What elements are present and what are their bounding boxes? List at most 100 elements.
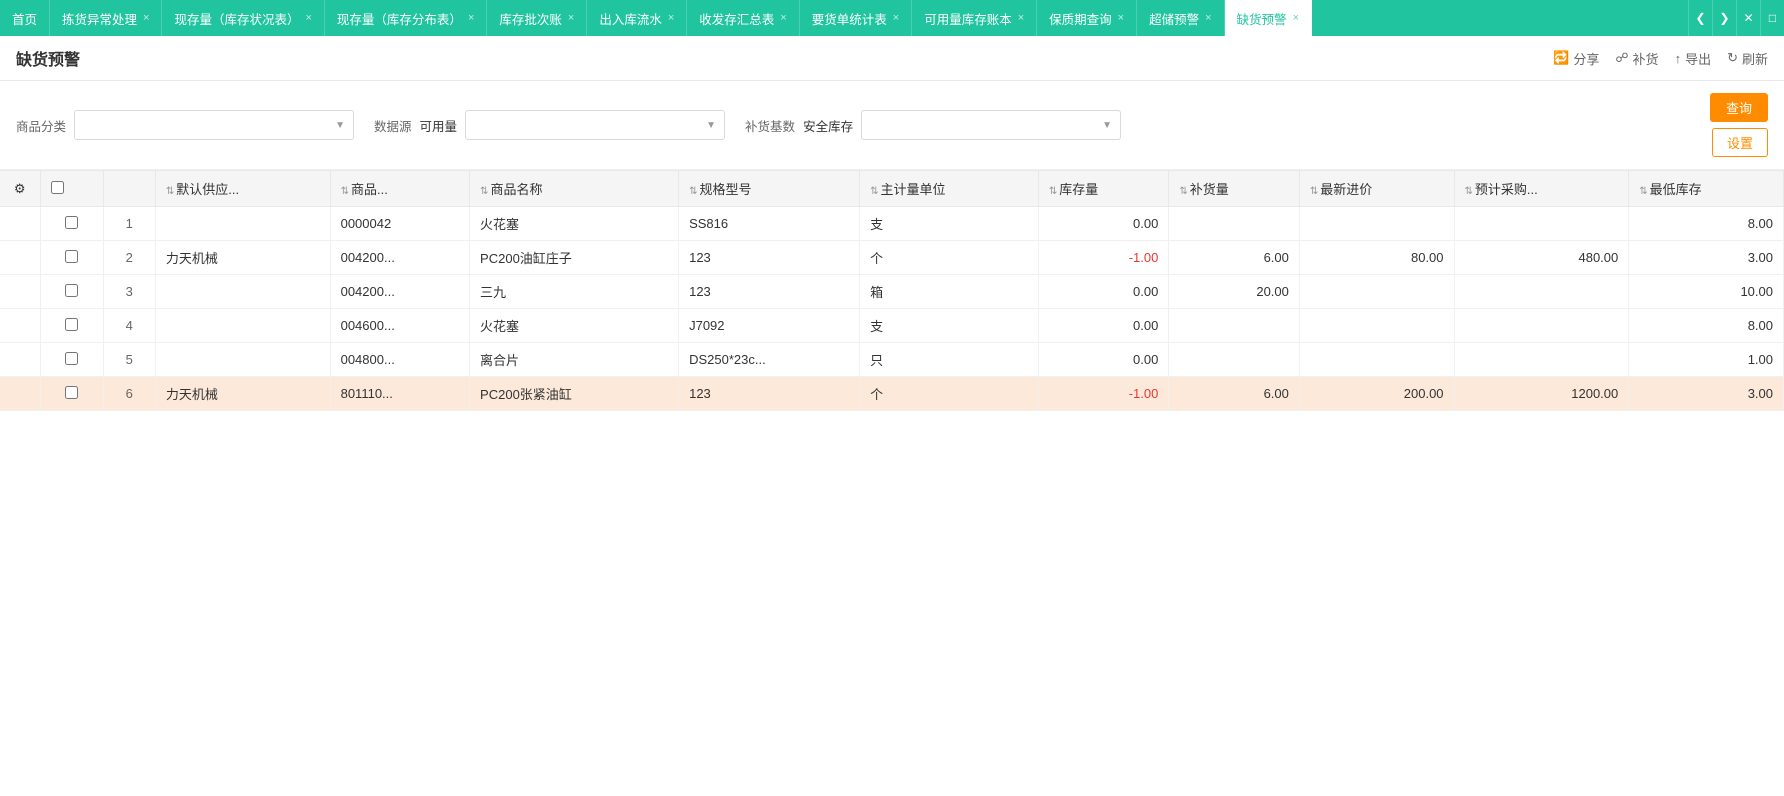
row-spec: 123 — [679, 377, 860, 411]
tab-close-stock1[interactable]: × — [305, 12, 311, 24]
col-checkbox — [40, 171, 103, 207]
tab-close-shortage[interactable]: × — [1293, 12, 1299, 24]
row-unit: 个 — [860, 241, 1039, 275]
replenish-icon: ☍ — [1615, 50, 1628, 66]
tab-shortage[interactable]: 缺货预警× — [1225, 0, 1312, 36]
main-content: 缺货预警 🔁 分享 ☍ 补货 ↑ 导出 ↻ 刷新 商品分类 — [0, 36, 1784, 796]
row-stock-qty: 0.00 — [1038, 275, 1169, 309]
row-est-purchase — [1454, 309, 1629, 343]
share-button[interactable]: 🔁 分享 — [1553, 49, 1599, 68]
row-gear — [0, 241, 40, 275]
table-row: 10000042火花塞SS816支0.008.00 — [0, 207, 1784, 241]
col-goods-code[interactable]: ⇅商品... — [330, 171, 469, 207]
query-button[interactable]: 查询 — [1710, 93, 1768, 122]
row-unit: 个 — [860, 377, 1039, 411]
col-goods-name[interactable]: ⇅商品名称 — [470, 171, 679, 207]
row-checkbox[interactable] — [65, 386, 78, 399]
row-stock-qty: -1.00 — [1038, 241, 1169, 275]
row-checkbox[interactable] — [65, 352, 78, 365]
row-checkbox-cell — [40, 343, 103, 377]
refresh-icon: ↻ — [1727, 50, 1738, 66]
row-replenish-qty: 6.00 — [1169, 241, 1300, 275]
tab-pick[interactable]: 拣货异常处理× — [50, 0, 162, 36]
datasource-label: 数据源 — [374, 116, 412, 135]
col-default-supplier[interactable]: ⇅默认供应... — [155, 171, 330, 207]
col-stock-qty[interactable]: ⇅库存量 — [1038, 171, 1169, 207]
row-num: 1 — [103, 207, 155, 241]
row-est-purchase — [1454, 275, 1629, 309]
replenish-button[interactable]: ☍ 补货 — [1615, 49, 1658, 68]
tab-close-summary[interactable]: × — [780, 12, 786, 24]
row-min-stock: 1.00 — [1629, 343, 1784, 377]
category-label: 商品分类 — [16, 116, 66, 135]
tab-home[interactable]: 首页 — [0, 0, 50, 36]
settings-button[interactable]: 设置 — [1712, 128, 1768, 157]
tab-close-avail[interactable]: × — [1018, 12, 1024, 24]
tab-maximize-button[interactable]: □ — [1760, 0, 1784, 36]
row-checkbox-cell — [40, 207, 103, 241]
col-est-purchase[interactable]: ⇅预计采购... — [1454, 171, 1629, 207]
replenish-base-select[interactable]: ▼ — [861, 110, 1121, 140]
row-checkbox[interactable] — [65, 318, 78, 331]
tab-close-overstock[interactable]: × — [1205, 12, 1211, 24]
datasource-select[interactable]: ▼ — [465, 110, 725, 140]
datasource-filter-group: 数据源 可用量 ▼ — [374, 110, 725, 140]
col-spec[interactable]: ⇅规格型号 — [679, 171, 860, 207]
category-select[interactable]: ▼ — [74, 110, 354, 140]
row-num: 5 — [103, 343, 155, 377]
row-goods-code: 0000042 — [330, 207, 469, 241]
row-spec: 123 — [679, 241, 860, 275]
row-unit: 支 — [860, 309, 1039, 343]
tab-close-expire[interactable]: × — [1118, 12, 1124, 24]
tab-order[interactable]: 要货单统计表× — [800, 0, 912, 36]
tab-summary[interactable]: 收发存汇总表× — [687, 0, 799, 36]
datasource-select-arrow: ▼ — [706, 120, 716, 131]
tab-close-pick[interactable]: × — [143, 12, 149, 24]
row-goods-name: 三九 — [470, 275, 679, 309]
row-num: 3 — [103, 275, 155, 309]
tab-stock2[interactable]: 现存量（库存分布表）× — [325, 0, 487, 36]
replenish-base-filter-group: 补货基数 安全库存 ▼ — [745, 110, 1121, 140]
page-header: 缺货预警 🔁 分享 ☍ 补货 ↑ 导出 ↻ 刷新 — [0, 36, 1784, 81]
row-supplier: 力天机械 — [155, 377, 330, 411]
tab-flow[interactable]: 出入库流水× — [587, 0, 687, 36]
row-est-purchase: 480.00 — [1454, 241, 1629, 275]
row-replenish-qty: 20.00 — [1169, 275, 1300, 309]
tab-close-batch[interactable]: × — [568, 12, 574, 24]
row-checkbox[interactable] — [65, 250, 78, 263]
row-est-purchase — [1454, 207, 1629, 241]
row-latest-price — [1299, 207, 1454, 241]
table-container: ⚙ ⇅默认供应... ⇅商品... ⇅商品名称 ⇅规格型号 ⇅主计量单位 ⇅库存… — [0, 170, 1784, 411]
tab-close-order[interactable]: × — [893, 12, 899, 24]
tab-avail[interactable]: 可用量库存账本× — [912, 0, 1037, 36]
col-latest-price[interactable]: ⇅最新进价 — [1299, 171, 1454, 207]
tab-overstock[interactable]: 超储预警× — [1137, 0, 1224, 36]
col-unit[interactable]: ⇅主计量单位 — [860, 171, 1039, 207]
data-table: ⚙ ⇅默认供应... ⇅商品... ⇅商品名称 ⇅规格型号 ⇅主计量单位 ⇅库存… — [0, 170, 1784, 411]
tab-stock1[interactable]: 现存量（库存状况表）× — [162, 0, 324, 36]
tab-close-stock2[interactable]: × — [468, 12, 474, 24]
tab-close-all-button[interactable]: ✕ — [1736, 0, 1760, 36]
row-est-purchase — [1454, 343, 1629, 377]
col-settings[interactable]: ⚙ — [0, 171, 40, 207]
tab-expire[interactable]: 保质期查询× — [1037, 0, 1137, 36]
row-replenish-qty — [1169, 343, 1300, 377]
row-num: 6 — [103, 377, 155, 411]
tab-prev-button[interactable]: ❮ — [1688, 0, 1712, 36]
export-button[interactable]: ↑ 导出 — [1675, 49, 1712, 68]
tab-close-flow[interactable]: × — [668, 12, 674, 24]
row-checkbox[interactable] — [65, 216, 78, 229]
replenish-base-value: 安全库存 — [803, 116, 853, 135]
col-min-stock[interactable]: ⇅最低库存 — [1629, 171, 1784, 207]
row-checkbox[interactable] — [65, 284, 78, 297]
tab-next-button[interactable]: ❯ — [1712, 0, 1736, 36]
tab-batch[interactable]: 库存批次账× — [487, 0, 587, 36]
row-latest-price: 80.00 — [1299, 241, 1454, 275]
row-gear — [0, 377, 40, 411]
row-unit: 支 — [860, 207, 1039, 241]
refresh-button[interactable]: ↻ 刷新 — [1727, 49, 1768, 68]
row-spec: 123 — [679, 275, 860, 309]
row-replenish-qty — [1169, 207, 1300, 241]
col-replenish-qty[interactable]: ⇅补货量 — [1169, 171, 1300, 207]
select-all-checkbox[interactable] — [51, 181, 64, 194]
